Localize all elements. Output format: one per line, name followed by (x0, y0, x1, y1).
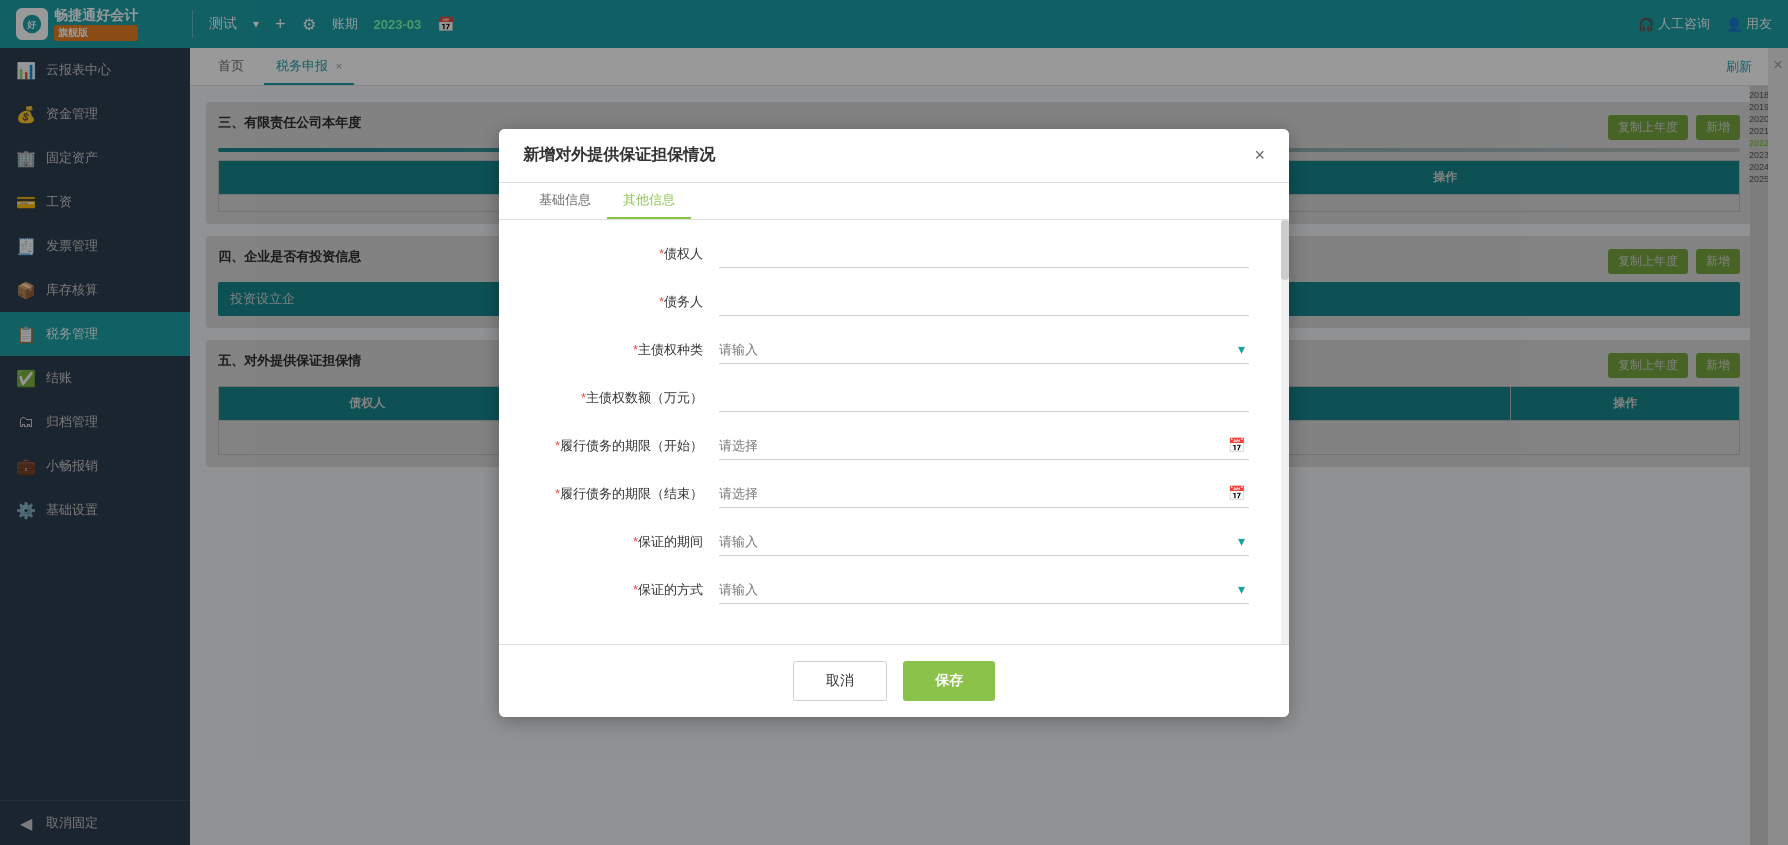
modal-footer: 取消 保存 (499, 644, 1289, 717)
label-creditor: *债权人 (539, 245, 719, 263)
label-guarantee-period: *保证的期间 (539, 533, 719, 551)
input-period-end[interactable] (719, 480, 1224, 507)
required-star-creditor: * (659, 246, 664, 261)
required-star-debtor: * (659, 294, 664, 309)
required-star-amount: * (581, 390, 586, 405)
form-row-guarantee-period: *保证的期间 ▾ (539, 528, 1249, 556)
label-claim-type: *主债权种类 (539, 341, 719, 359)
calendar-icon-end[interactable]: 📅 (1224, 485, 1249, 501)
modal-add-guarantee: 新增对外提供保证担保情况 × 基础信息 其他信息 *债权人 (499, 129, 1289, 717)
dropdown-arrow-guarantee-period[interactable]: ▾ (1234, 533, 1249, 549)
modal-overlay: 新增对外提供保证担保情况 × 基础信息 其他信息 *债权人 (0, 0, 1788, 845)
form-row-debtor: *债务人 (539, 288, 1249, 316)
input-claim-amount[interactable] (719, 384, 1249, 412)
modal-header: 新增对外提供保证担保情况 × (499, 129, 1289, 183)
save-button[interactable]: 保存 (903, 661, 995, 701)
input-creditor[interactable] (719, 240, 1249, 268)
required-star-gmethod: * (633, 582, 638, 597)
select-wrap-guarantee-period: ▾ (719, 528, 1249, 556)
form-row-period-start: *履行债务的期限（开始） 📅 (539, 432, 1249, 460)
input-period-start[interactable] (719, 432, 1224, 459)
required-star-gperiod: * (633, 534, 638, 549)
cancel-button[interactable]: 取消 (793, 661, 887, 701)
form-row-period-end: *履行债务的期限（结束） 📅 (539, 480, 1249, 508)
required-star-start: * (555, 438, 560, 453)
modal-body: *债权人 *债务人 *主债权种类 ▾ (499, 220, 1289, 644)
modal-title: 新增对外提供保证担保情况 (523, 145, 715, 166)
form-row-claim-amount: *主债权数额（万元） (539, 384, 1249, 412)
input-debtor[interactable] (719, 288, 1249, 316)
label-period-start: *履行债务的期限（开始） (539, 437, 719, 455)
tab-basic-info[interactable]: 基础信息 (523, 183, 607, 219)
input-claim-type[interactable] (719, 336, 1234, 363)
dropdown-arrow-claim-type[interactable]: ▾ (1234, 341, 1249, 357)
modal-close-button[interactable]: × (1254, 145, 1265, 166)
date-wrap-start: 📅 (719, 432, 1249, 460)
modal-scrollbar-track (1281, 220, 1289, 644)
label-period-end: *履行债务的期限（结束） (539, 485, 719, 503)
input-guarantee-method[interactable] (719, 576, 1234, 603)
form-row-claim-type: *主债权种类 ▾ (539, 336, 1249, 364)
calendar-icon-start[interactable]: 📅 (1224, 437, 1249, 453)
label-guarantee-method: *保证的方式 (539, 581, 719, 599)
tab-other-info[interactable]: 其他信息 (607, 183, 691, 219)
modal-form-tabs: 基础信息 其他信息 (499, 183, 1289, 220)
select-wrap-claim-type: ▾ (719, 336, 1249, 364)
select-wrap-guarantee-method: ▾ (719, 576, 1249, 604)
input-guarantee-period[interactable] (719, 528, 1234, 555)
form-row-creditor: *债权人 (539, 240, 1249, 268)
required-star-claim-type: * (633, 342, 638, 357)
label-claim-amount: *主债权数额（万元） (539, 389, 719, 407)
label-debtor: *债务人 (539, 293, 719, 311)
required-star-end: * (555, 486, 560, 501)
date-wrap-end: 📅 (719, 480, 1249, 508)
form-row-guarantee-method: *保证的方式 ▾ (539, 576, 1249, 604)
dropdown-arrow-guarantee-method[interactable]: ▾ (1234, 581, 1249, 597)
modal-scrollbar-thumb (1281, 220, 1289, 280)
